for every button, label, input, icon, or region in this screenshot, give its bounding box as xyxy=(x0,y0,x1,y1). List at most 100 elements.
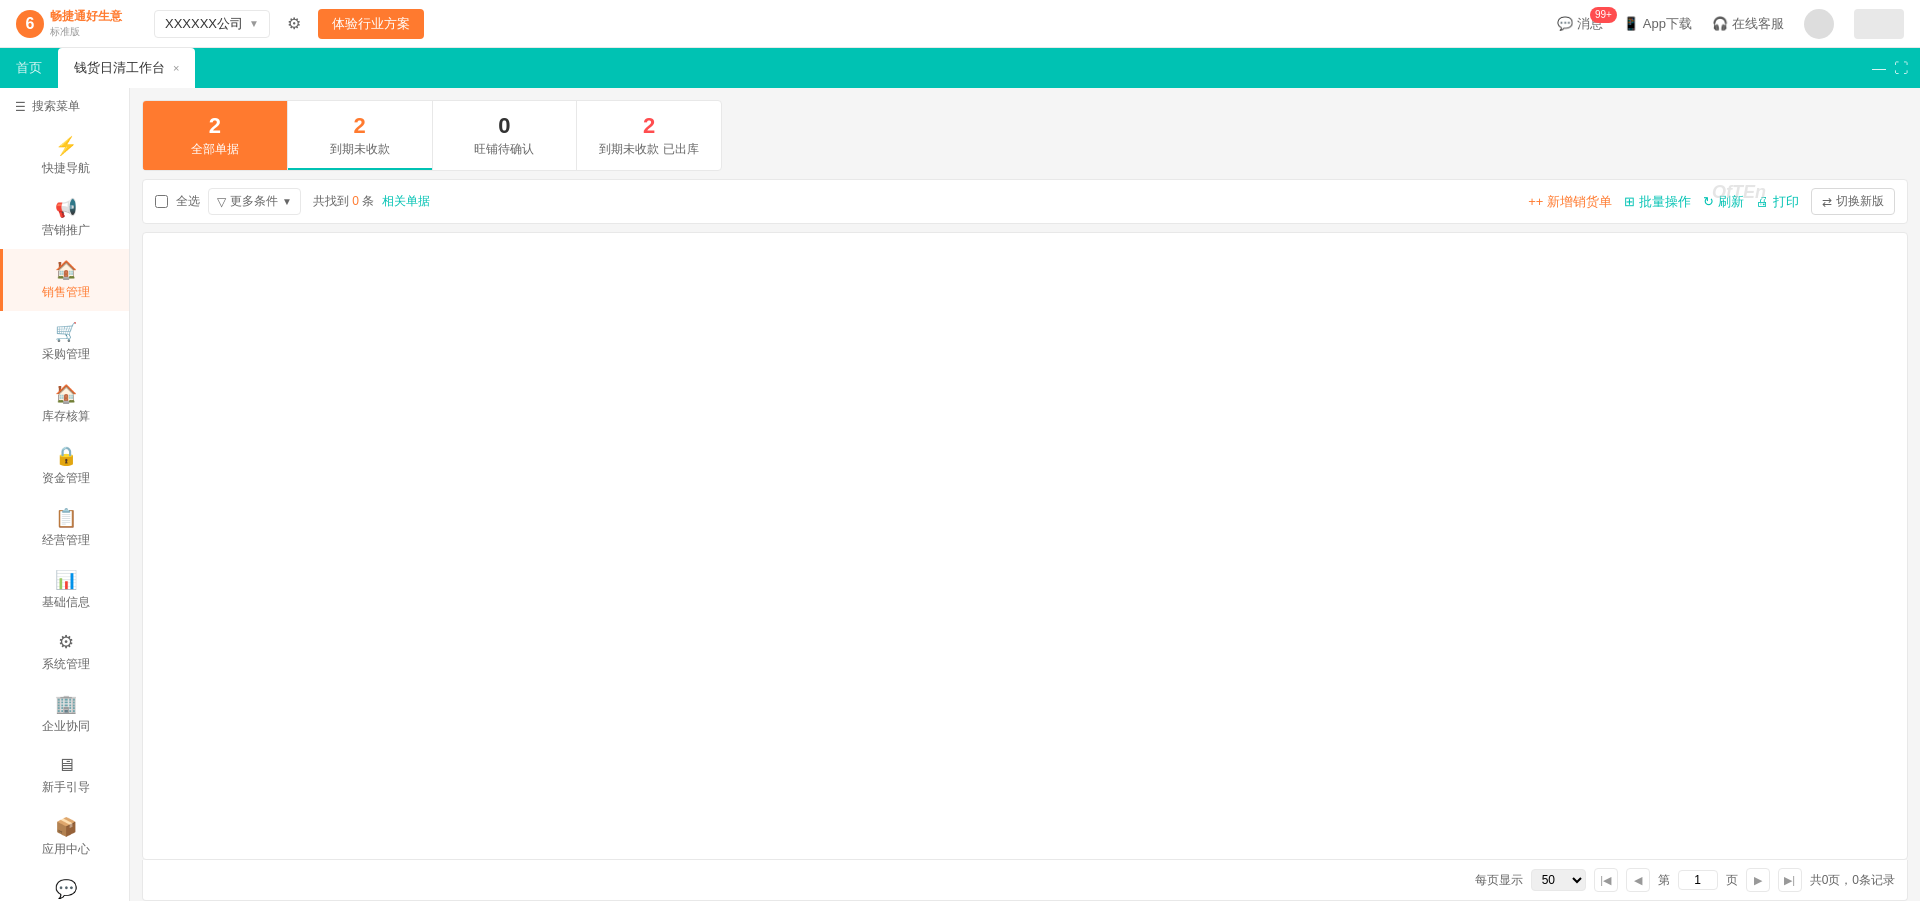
quicknav-icon: ⚡ xyxy=(55,135,77,157)
sidebar-item-appstore[interactable]: 📦 应用中心 xyxy=(0,806,129,868)
header-right: 💬 消息 99+ 📱 App下载 🎧 在线客服 xyxy=(1557,9,1904,39)
content-area: 2 全部单据 2 到期未收款 0 旺铺待确认 2 到期未收款 已出库 全选 xyxy=(130,88,1920,901)
filter-button[interactable]: ▽ 更多条件 ▼ xyxy=(208,188,301,215)
sidebar-item-system[interactable]: ⚙ 系统管理 xyxy=(0,621,129,683)
username-display xyxy=(1854,9,1904,39)
basic-info-icon: 📊 xyxy=(55,569,77,591)
switch-version-button[interactable]: ⇄ 切换新版 xyxy=(1811,188,1895,215)
operations-icon: 📋 xyxy=(55,507,77,529)
minimize-icon[interactable]: — xyxy=(1872,60,1886,76)
search-icon: ☰ xyxy=(15,100,26,114)
message-button[interactable]: 💬 消息 99+ xyxy=(1557,15,1603,33)
tab-workbench[interactable]: 钱货日清工作台 × xyxy=(58,48,195,88)
sidebar-item-inventory[interactable]: 🏠 库存核算 xyxy=(0,373,129,435)
wechat-icon: 💬 xyxy=(55,878,77,900)
enterprise-icon: 🏢 xyxy=(55,693,77,715)
appstore-icon: 📦 xyxy=(55,816,77,838)
headset-icon: 🎧 xyxy=(1712,16,1728,31)
company-selector[interactable]: XXXXXX公司 ▼ xyxy=(154,10,270,38)
message-badge: 99+ xyxy=(1590,7,1617,23)
page-label: 第 xyxy=(1658,872,1670,889)
chevron-down-icon: ▼ xyxy=(249,18,259,29)
select-all-label: 全选 xyxy=(176,193,200,210)
sidebar-item-enterprise[interactable]: 🏢 企业协同 xyxy=(0,683,129,745)
all-label: 全部单据 xyxy=(191,141,239,158)
system-icon: ⚙ xyxy=(58,631,74,653)
shipped-label: 到期未收款 已出库 xyxy=(599,141,698,158)
sidebar-item-quicknav[interactable]: ⚡ 快捷导航 xyxy=(0,125,129,187)
summary-tab-shipped[interactable]: 2 到期未收款 已出库 xyxy=(577,101,721,170)
refresh-button[interactable]: ↻ 刷新 xyxy=(1703,193,1744,211)
summary-tab-overdue[interactable]: 2 到期未收款 xyxy=(288,101,433,170)
marketing-icon: 📢 xyxy=(55,197,77,219)
new-sale-button[interactable]: + + 新增销货单 xyxy=(1528,193,1612,211)
avatar[interactable] xyxy=(1804,9,1834,39)
sidebar: ☰ 搜索菜单 ⚡ 快捷导航 📢 营销推广 🏠 销售管理 🛒 采购管理 🏠 库存核… xyxy=(0,88,130,901)
shipped-count: 2 xyxy=(643,113,655,139)
page-input[interactable] xyxy=(1678,870,1718,890)
batch-operation-button[interactable]: ⊞ 批量操作 xyxy=(1624,193,1691,211)
sidebar-item-sales[interactable]: 🏠 销售管理 xyxy=(0,249,129,311)
expand-icon[interactable]: ⛶ xyxy=(1894,60,1908,76)
per-page-label: 每页显示 xyxy=(1475,872,1523,889)
plus-icon: + xyxy=(1528,194,1536,209)
print-icon: 🖨 xyxy=(1756,194,1769,209)
first-page-button[interactable]: |◀ xyxy=(1594,868,1618,892)
batch-icon: ⊞ xyxy=(1624,194,1635,209)
pagination: 每页显示 50 100 200 |◀ ◀ 第 页 ▶ ▶| 共0页，0条记录 xyxy=(142,860,1908,901)
sidebar-item-wechat[interactable]: 💬 企业微信 xyxy=(0,868,129,901)
chevron-down-icon: ▼ xyxy=(282,196,292,207)
settings-icon[interactable]: ⚙ xyxy=(278,8,310,40)
top-header: 6 畅捷通好生意 标准版 XXXXXX公司 ▼ ⚙ 体验行业方案 💬 消息 99… xyxy=(0,0,1920,48)
tab-controls: — ⛶ xyxy=(1872,60,1920,76)
message-icon: 💬 xyxy=(1557,16,1573,31)
print-button[interactable]: 🖨 打印 xyxy=(1756,193,1799,211)
prev-page-button[interactable]: ◀ xyxy=(1626,868,1650,892)
logo-area: 6 畅捷通好生意 标准版 xyxy=(16,9,146,38)
sidebar-item-purchase[interactable]: 🛒 采购管理 xyxy=(0,311,129,373)
per-page-select[interactable]: 50 100 200 xyxy=(1531,869,1586,891)
switch-icon: ⇄ xyxy=(1822,195,1832,209)
summary-tab-pending[interactable]: 0 旺铺待确认 xyxy=(433,101,578,170)
refresh-icon: ↻ xyxy=(1703,194,1714,209)
pending-label: 旺铺待确认 xyxy=(474,141,534,158)
all-count: 2 xyxy=(209,113,221,139)
company-name: XXXXXX公司 xyxy=(165,15,243,33)
filter-icon: ▽ xyxy=(217,195,226,209)
table-area xyxy=(142,232,1908,860)
sidebar-item-search[interactable]: ☰ 搜索菜单 xyxy=(0,88,129,125)
purchase-icon: 🛒 xyxy=(55,321,77,343)
found-text: 共找到 0 条 xyxy=(313,193,374,210)
online-service-button[interactable]: 🎧 在线客服 xyxy=(1712,15,1784,33)
sidebar-item-finance[interactable]: 🔒 资金管理 xyxy=(0,435,129,497)
finance-icon: 🔒 xyxy=(55,445,77,467)
select-all-checkbox[interactable] xyxy=(155,195,168,208)
close-icon[interactable]: × xyxy=(173,62,179,74)
sidebar-item-basic-info[interactable]: 📊 基础信息 xyxy=(0,559,129,621)
guide-icon: 🖥 xyxy=(57,755,75,776)
tab-bar: 首页 钱货日清工作台 × — ⛶ xyxy=(0,48,1920,88)
trial-button[interactable]: 体验行业方案 xyxy=(318,9,424,39)
app-subtitle: 标准版 xyxy=(50,25,122,38)
pending-count: 0 xyxy=(498,113,510,139)
sales-icon: 🏠 xyxy=(55,259,77,281)
found-count: 0 xyxy=(352,194,359,208)
app-name: 畅捷通好生意 xyxy=(50,9,122,25)
logo-icon: 6 xyxy=(16,10,44,38)
next-page-button[interactable]: ▶ xyxy=(1746,868,1770,892)
summary-tabs: 2 全部单据 2 到期未收款 0 旺铺待确认 2 到期未收款 已出库 xyxy=(142,100,722,171)
sidebar-item-guide[interactable]: 🖥 新手引导 xyxy=(0,745,129,806)
total-info: 共0页，0条记录 xyxy=(1810,872,1895,889)
sidebar-item-marketing[interactable]: 📢 营销推广 xyxy=(0,187,129,249)
summary-tab-all[interactable]: 2 全部单据 xyxy=(143,101,288,170)
page-unit: 页 xyxy=(1726,872,1738,889)
related-link[interactable]: 相关单据 xyxy=(382,193,430,210)
overdue-count: 2 xyxy=(354,113,366,139)
sidebar-item-operations[interactable]: 📋 经营管理 xyxy=(0,497,129,559)
download-icon: 📱 xyxy=(1623,16,1639,31)
inventory-icon: 🏠 xyxy=(55,383,77,405)
tab-home[interactable]: 首页 xyxy=(0,48,58,88)
toolbar: 全选 ▽ 更多条件 ▼ 共找到 0 条 相关单据 + + 新增销货单 ⊞ 批量操… xyxy=(142,179,1908,224)
last-page-button[interactable]: ▶| xyxy=(1778,868,1802,892)
app-download-button[interactable]: 📱 App下载 xyxy=(1623,15,1692,33)
